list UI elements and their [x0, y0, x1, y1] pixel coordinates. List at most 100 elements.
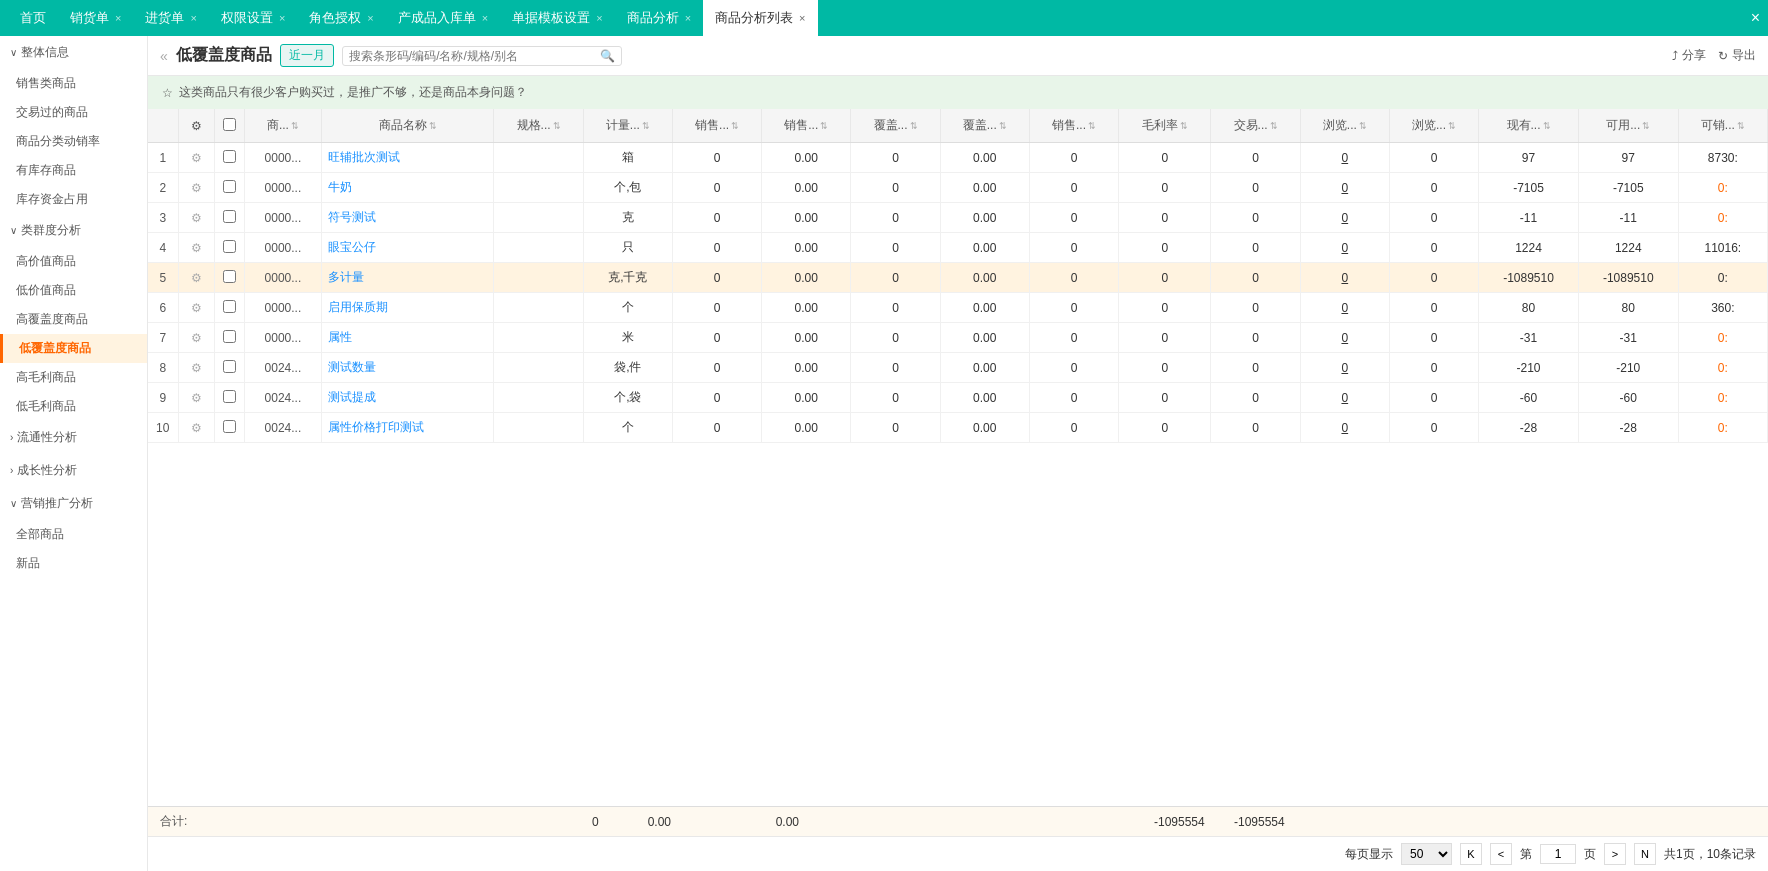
sidebar-item-high-margin[interactable]: 高毛利商品: [0, 363, 147, 392]
row-name[interactable]: 牛奶: [322, 173, 494, 203]
filter-period-button[interactable]: 近一月: [280, 44, 334, 67]
row-settings[interactable]: ⚙: [178, 143, 214, 173]
sidebar-item-category-rate[interactable]: 商品分类动销率: [0, 127, 147, 156]
row-checkbox[interactable]: [214, 263, 244, 293]
row-browse1[interactable]: 0: [1300, 263, 1389, 293]
row-select-checkbox[interactable]: [223, 420, 236, 433]
row-select-checkbox[interactable]: [223, 240, 236, 253]
row-browse1[interactable]: 0: [1300, 413, 1389, 443]
row-name[interactable]: 启用保质期: [322, 293, 494, 323]
search-icon[interactable]: 🔍: [600, 49, 615, 63]
row-checkbox[interactable]: [214, 413, 244, 443]
next-page-button[interactable]: >: [1604, 843, 1626, 865]
sales-amount-column-header[interactable]: 销售...⇅: [762, 109, 851, 143]
close-icon[interactable]: ×: [799, 12, 805, 24]
row-select-checkbox[interactable]: [223, 300, 236, 313]
row-name[interactable]: 属性价格打印测试: [322, 413, 494, 443]
name-column-header[interactable]: 商品名称⇅: [322, 109, 494, 143]
row-checkbox[interactable]: [214, 233, 244, 263]
coverage1-column-header[interactable]: 覆盖...⇅: [851, 109, 940, 143]
sidebar-item-high-coverage[interactable]: 高覆盖度商品: [0, 305, 147, 334]
row-browse1[interactable]: 0: [1300, 323, 1389, 353]
sidebar-item-traded-goods[interactable]: 交易过的商品: [0, 98, 147, 127]
sales-qty-column-header[interactable]: 销售...⇅: [672, 109, 761, 143]
sidebar-item-stock-funds[interactable]: 库存资金占用: [0, 185, 147, 214]
row-select-checkbox[interactable]: [223, 210, 236, 223]
row-browse1[interactable]: 0: [1300, 353, 1389, 383]
sidebar-item-low-margin[interactable]: 低毛利商品: [0, 392, 147, 421]
sidebar-item-low-value[interactable]: 低价值商品: [0, 276, 147, 305]
sidebar-section-growth[interactable]: › 成长性分析: [0, 454, 147, 487]
nav-tab-analysis[interactable]: 商品分析 ×: [615, 0, 703, 36]
close-icon[interactable]: ×: [482, 12, 488, 24]
close-icon[interactable]: ×: [115, 12, 121, 24]
nav-tab-template[interactable]: 单据模板设置 ×: [500, 0, 614, 36]
row-settings[interactable]: ⚙: [178, 323, 214, 353]
nav-tab-purchase[interactable]: 进货单 ×: [133, 0, 208, 36]
available-column-header[interactable]: 可用...⇅: [1578, 109, 1678, 143]
sidebar-section-cluster[interactable]: ∨ 类群度分析: [0, 214, 147, 247]
row-settings[interactable]: ⚙: [178, 413, 214, 443]
row-name[interactable]: 符号测试: [322, 203, 494, 233]
row-browse1[interactable]: 0: [1300, 383, 1389, 413]
sidebar-item-high-value[interactable]: 高价值商品: [0, 247, 147, 276]
row-browse1[interactable]: 0: [1300, 203, 1389, 233]
page-number-input[interactable]: [1540, 844, 1576, 864]
close-icon[interactable]: ×: [190, 12, 196, 24]
row-checkbox[interactable]: [214, 173, 244, 203]
row-select-checkbox[interactable]: [223, 270, 236, 283]
row-checkbox[interactable]: [214, 383, 244, 413]
row-checkbox[interactable]: [214, 143, 244, 173]
prev-page-button[interactable]: <: [1490, 843, 1512, 865]
share-button[interactable]: ⤴ 分享: [1672, 47, 1706, 64]
spec-column-header[interactable]: 规格...⇅: [494, 109, 583, 143]
row-select-checkbox[interactable]: [223, 150, 236, 163]
page-size-select[interactable]: 50 20 100: [1401, 843, 1452, 865]
close-icon[interactable]: ×: [685, 12, 691, 24]
close-all-tabs-button[interactable]: ×: [1751, 9, 1760, 27]
browse1-column-header[interactable]: 浏览...⇅: [1300, 109, 1389, 143]
row-settings[interactable]: ⚙: [178, 203, 214, 233]
row-settings[interactable]: ⚙: [178, 263, 214, 293]
row-name[interactable]: 测试数量: [322, 353, 494, 383]
coverage2-column-header[interactable]: 覆盖...⇅: [940, 109, 1029, 143]
nav-tab-sales[interactable]: 销货单 ×: [58, 0, 133, 36]
settings-column-header[interactable]: ⚙: [178, 109, 214, 143]
nav-tab-roles[interactable]: 角色授权 ×: [297, 0, 385, 36]
close-icon[interactable]: ×: [367, 12, 373, 24]
row-settings[interactable]: ⚙: [178, 173, 214, 203]
sales3-column-header[interactable]: 销售...⇅: [1029, 109, 1118, 143]
saleable-column-header[interactable]: 可销...⇅: [1678, 109, 1767, 143]
code-column-header[interactable]: 商...⇅: [244, 109, 322, 143]
row-checkbox[interactable]: [214, 203, 244, 233]
row-settings[interactable]: ⚙: [178, 293, 214, 323]
row-browse1[interactable]: 0: [1300, 293, 1389, 323]
close-icon[interactable]: ×: [596, 12, 602, 24]
nav-tab-home[interactable]: 首页: [8, 0, 58, 36]
sidebar-item-all-goods[interactable]: 全部商品: [0, 520, 147, 549]
current-column-header[interactable]: 现有...⇅: [1479, 109, 1579, 143]
sidebar-item-with-stock[interactable]: 有库存商品: [0, 156, 147, 185]
last-page-button[interactable]: N: [1634, 843, 1656, 865]
browse2-column-header[interactable]: 浏览...⇅: [1389, 109, 1478, 143]
settings-icon[interactable]: ⚙: [191, 119, 202, 133]
collapse-sidebar-button[interactable]: «: [160, 48, 168, 64]
first-page-button[interactable]: K: [1460, 843, 1482, 865]
sidebar-section-overall[interactable]: ∨ 整体信息: [0, 36, 147, 69]
row-name[interactable]: 旺辅批次测试: [322, 143, 494, 173]
close-icon[interactable]: ×: [279, 12, 285, 24]
search-input[interactable]: [349, 49, 600, 63]
row-select-checkbox[interactable]: [223, 390, 236, 403]
row-checkbox[interactable]: [214, 353, 244, 383]
unit-column-header[interactable]: 计量...⇅: [583, 109, 672, 143]
nav-tab-analysis-list[interactable]: 商品分析列表 ×: [703, 0, 817, 36]
nav-tab-permissions[interactable]: 权限设置 ×: [209, 0, 297, 36]
row-select-checkbox[interactable]: [223, 360, 236, 373]
trade-column-header[interactable]: 交易...⇅: [1211, 109, 1300, 143]
gross-margin-column-header[interactable]: 毛利率⇅: [1119, 109, 1211, 143]
row-name[interactable]: 多计量: [322, 263, 494, 293]
nav-tab-product-warehouse[interactable]: 产成品入库单 ×: [386, 0, 500, 36]
row-settings[interactable]: ⚙: [178, 353, 214, 383]
select-all-checkbox[interactable]: [223, 118, 236, 131]
export-button[interactable]: ↻ 导出: [1718, 47, 1756, 64]
